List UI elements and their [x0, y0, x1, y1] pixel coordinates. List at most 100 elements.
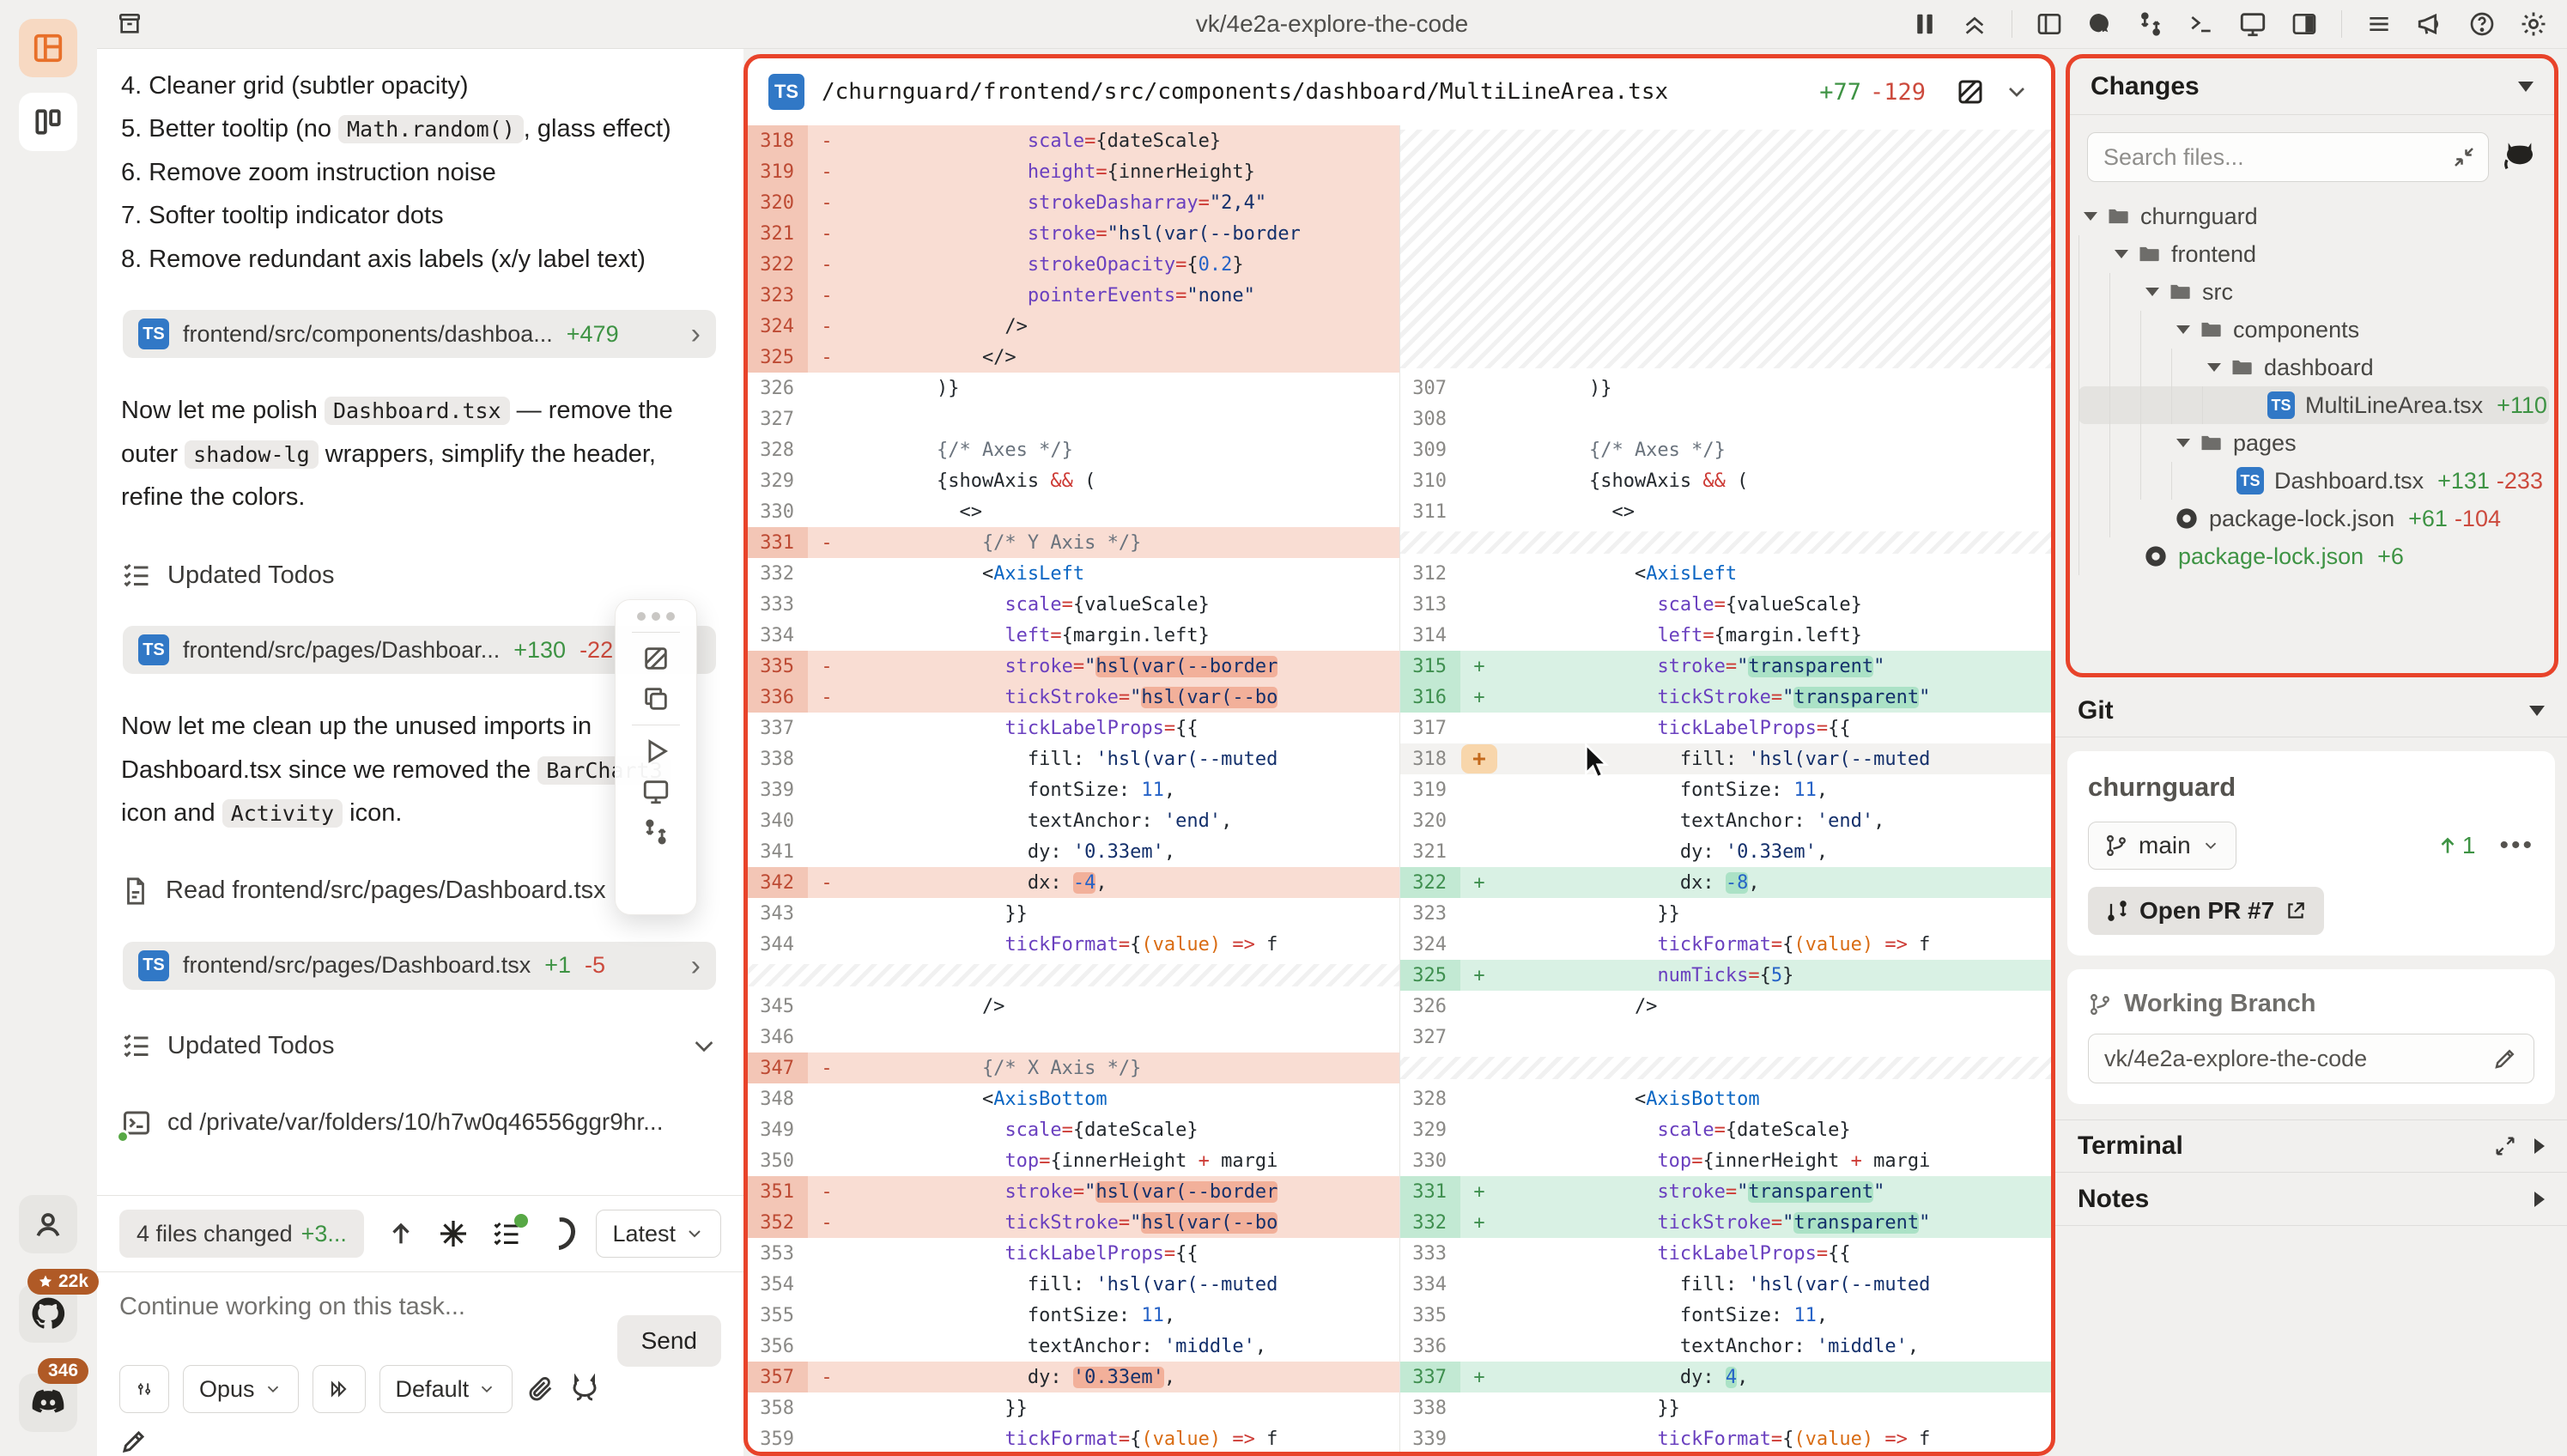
- tree-item-src[interactable]: src: [2078, 273, 2549, 311]
- split-diff-icon[interactable]: [1955, 76, 1986, 107]
- diff-old-column: 318- scale={dateScale}319- height={inner…: [748, 125, 1399, 1452]
- line-number: 319: [748, 156, 808, 187]
- tree-item-frontend[interactable]: frontend: [2078, 235, 2549, 273]
- drag-handle-dots[interactable]: [637, 612, 675, 621]
- menu-icon[interactable]: [2365, 10, 2393, 38]
- terminal-command-row[interactable]: cd /private/var/folders/10/h7w0q46556ggr…: [121, 1101, 718, 1144]
- tree-item-pages[interactable]: pages: [2078, 424, 2549, 462]
- add-comment-button[interactable]: +: [1461, 744, 1497, 774]
- tree-item-multilinearea-tsx[interactable]: TSMultiLineArea.tsx+110-162: [2078, 386, 2549, 424]
- megaphone-icon[interactable]: [2416, 9, 2445, 39]
- diff-row: 329 {showAxis && (: [748, 465, 1399, 496]
- terminal-icon[interactable]: [2188, 10, 2215, 38]
- more-menu-icon[interactable]: •••: [2499, 831, 2534, 860]
- git-compare-icon[interactable]: [2137, 10, 2164, 38]
- monitor-icon[interactable]: [2238, 9, 2267, 39]
- send-button[interactable]: Send: [617, 1315, 721, 1367]
- files-changed-pill[interactable]: 4 files changed +3...: [119, 1210, 364, 1258]
- workspace-tab-kanban[interactable]: [19, 93, 77, 151]
- line-number: 322: [748, 249, 808, 280]
- monitor-icon[interactable]: [641, 777, 671, 806]
- settings-sliders-button[interactable]: [119, 1365, 169, 1413]
- line-number: 310: [1400, 465, 1460, 496]
- edit-branch-icon[interactable]: [2492, 1046, 2518, 1071]
- attach-icon[interactable]: [526, 1374, 555, 1404]
- todo-update-row[interactable]: Updated Todos: [121, 554, 718, 597]
- mouse-cursor: [1580, 743, 1614, 781]
- chevron-down-icon[interactable]: [2003, 78, 2030, 106]
- line-number: 338: [1400, 1392, 1460, 1423]
- line-number: 325: [1400, 960, 1460, 991]
- help-icon[interactable]: [2468, 10, 2496, 38]
- diff-gap-row: [1400, 527, 2051, 558]
- line-number: 312: [1400, 558, 1460, 589]
- tree-item-components[interactable]: components: [2078, 311, 2549, 349]
- tree-item-package-lock-json[interactable]: package-lock.json+61-104: [2078, 500, 2549, 537]
- file-name: Dashboard.tsx: [2274, 468, 2424, 494]
- mode-dropdown[interactable]: Default: [379, 1365, 513, 1413]
- search-files-input[interactable]: [2087, 132, 2489, 182]
- file-change-chip[interactable]: TS frontend/src/pages/Dashboard.tsx +1 -…: [123, 942, 716, 990]
- diff-added-count: +77: [1819, 79, 1861, 106]
- diff-row: 344 tickFormat={(value) => f: [748, 929, 1399, 960]
- changes-header[interactable]: Changes: [2070, 58, 2554, 115]
- cat-review-icon[interactable]: [2503, 140, 2537, 174]
- tree-item-dashboard-tsx[interactable]: TSDashboard.tsx+131-233: [2078, 462, 2549, 500]
- tree-item-churnguard[interactable]: churnguard: [2078, 197, 2549, 235]
- composer[interactable]: Continue working on this task... Send: [97, 1272, 743, 1360]
- diff-row: 328 {/* Axes */}: [748, 434, 1399, 465]
- spark-icon[interactable]: [438, 1218, 469, 1249]
- notes-section-header[interactable]: Notes: [2055, 1173, 2567, 1226]
- open-pr-button[interactable]: Open PR #7: [2088, 887, 2324, 935]
- play-icon[interactable]: [641, 737, 671, 766]
- gear-icon[interactable]: [2519, 9, 2548, 39]
- assistant-list-item: 8. Remove redundant axis labels (x/y lab…: [121, 238, 718, 281]
- todo-update-row[interactable]: Updated Todos: [121, 1024, 718, 1067]
- diff-split-view: 318- scale={dateScale}319- height={inner…: [748, 125, 2051, 1452]
- diff-row: 309 {/* Axes */}: [1400, 434, 2051, 465]
- line-number: 313: [1400, 589, 1460, 620]
- cat-agent-icon[interactable]: [569, 1374, 600, 1404]
- file-change-chip[interactable]: TS frontend/src/components/dashboa... +4…: [123, 310, 716, 358]
- account-button[interactable]: [19, 1195, 77, 1253]
- diff-row: 325- </>: [748, 342, 1399, 373]
- fast-forward-button[interactable]: [313, 1365, 366, 1413]
- diff-row: 314 left={margin.left}: [1400, 620, 2051, 651]
- expand-icon[interactable]: [2493, 1134, 2517, 1158]
- chat-bubble-icon[interactable]: [2086, 10, 2114, 38]
- diff-row: 312 <AxisLeft: [1400, 558, 2051, 589]
- assistant-list-item: 7. Softer tooltip indicator dots: [121, 194, 718, 237]
- panel-left-icon[interactable]: [2036, 10, 2063, 38]
- tree-item-dashboard[interactable]: dashboard: [2078, 349, 2549, 386]
- up-arrow-icon[interactable]: [386, 1219, 416, 1248]
- diff-row: 329 scale={dateScale}: [1400, 1114, 2051, 1145]
- panel-right-filled-icon[interactable]: [2291, 10, 2318, 38]
- assistant-numbered-list: 4. Cleaner grid (subtler opacity)5. Bett…: [121, 64, 718, 281]
- ts-file-icon: TS: [768, 74, 804, 110]
- line-number: 328: [1400, 1083, 1460, 1114]
- diff-header: TS /churnguard/frontend/src/components/d…: [748, 58, 2051, 125]
- terminal-section-header[interactable]: Terminal: [2055, 1119, 2567, 1173]
- highlighter-icon[interactable]: [119, 1425, 743, 1456]
- diff-row: 323 }}: [1400, 898, 2051, 929]
- line-number: 338: [748, 743, 808, 774]
- copy-icon[interactable]: [641, 684, 671, 713]
- model-dropdown[interactable]: Opus: [183, 1365, 299, 1413]
- chevrons-up-icon[interactable]: [1961, 10, 1988, 38]
- diff-view-icon[interactable]: [641, 644, 671, 673]
- tree-item-package-lock-json[interactable]: package-lock.json+6: [2078, 537, 2549, 575]
- diff-row: 339 fontSize: 11,: [748, 774, 1399, 805]
- chevron-down-icon[interactable]: [690, 1032, 718, 1059]
- git-header[interactable]: Git: [2055, 684, 2567, 737]
- branch-dropdown[interactable]: main: [2088, 822, 2236, 870]
- folder-icon: [2199, 318, 2223, 342]
- line-number: 354: [748, 1269, 808, 1300]
- version-dropdown[interactable]: Latest: [596, 1210, 721, 1258]
- pause-icon[interactable]: [1912, 11, 1938, 37]
- workspace-tab-active[interactable]: [19, 19, 77, 77]
- todos-icon[interactable]: [491, 1218, 522, 1249]
- file-name: src: [2202, 279, 2233, 306]
- collapse-tree-icon[interactable]: [2451, 144, 2477, 170]
- working-branch-field[interactable]: vk/4e2a-explore-the-code: [2088, 1034, 2534, 1083]
- git-compare-icon[interactable]: [641, 817, 671, 846]
